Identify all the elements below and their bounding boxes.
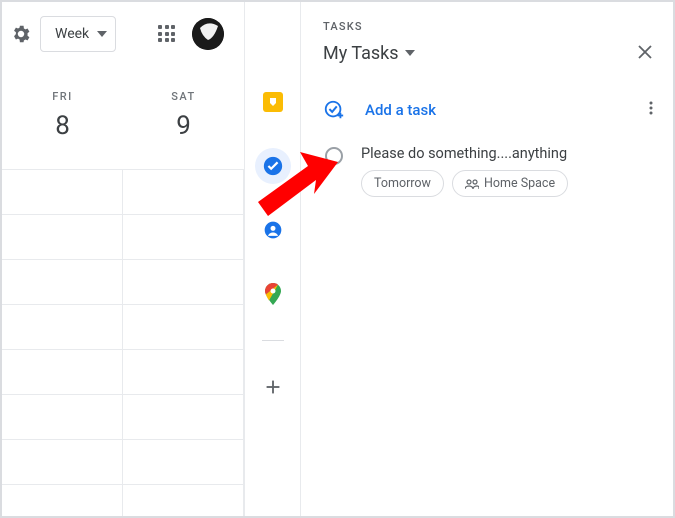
chevron-down-icon <box>97 29 107 39</box>
add-task-button[interactable]: Add a task <box>323 99 436 121</box>
day-number: 8 <box>18 111 108 141</box>
time-grid[interactable] <box>2 169 244 516</box>
close-icon[interactable] <box>631 37 659 69</box>
add-task-icon <box>323 99 345 121</box>
day-number: 9 <box>139 111 229 141</box>
people-icon <box>465 179 479 189</box>
add-addon-icon[interactable] <box>255 369 291 405</box>
tasks-icon[interactable] <box>255 148 291 184</box>
task-item[interactable]: Please do something....anything Tomorrow… <box>325 145 659 197</box>
topbar: Week <box>2 2 244 66</box>
day-column-fri[interactable]: FRI 8 <box>18 90 108 141</box>
day-header: FRI 8 SAT 9 <box>2 66 244 141</box>
keep-icon[interactable] <box>255 84 291 120</box>
maps-icon[interactable] <box>255 276 291 312</box>
view-switcher[interactable]: Week <box>40 16 116 52</box>
task-title: Please do something....anything <box>361 145 568 162</box>
separator <box>262 340 284 341</box>
day-column-sat[interactable]: SAT 9 <box>139 90 229 141</box>
chip-date[interactable]: Tomorrow <box>361 170 444 197</box>
tasks-panel: TASKS My Tasks Add a task Please do some… <box>301 2 673 516</box>
chip-space[interactable]: Home Space <box>452 170 568 197</box>
task-body: Please do something....anything Tomorrow… <box>361 145 568 197</box>
calendar-panel: Week FRI 8 SAT 9 <box>2 2 245 516</box>
apps-icon[interactable] <box>158 25 176 43</box>
view-label: Week <box>55 26 89 42</box>
tasks-section-label: TASKS <box>323 20 659 33</box>
dow-label: SAT <box>139 90 229 103</box>
dow-label: FRI <box>18 90 108 103</box>
more-icon[interactable] <box>643 100 659 120</box>
task-chips: Tomorrow Home Space <box>361 170 568 197</box>
settings-icon[interactable] <box>10 23 32 45</box>
chevron-down-icon <box>405 48 415 58</box>
side-addons-bar <box>245 2 301 516</box>
add-task-label: Add a task <box>365 101 436 119</box>
task-checkbox[interactable] <box>325 147 343 165</box>
account-avatar[interactable] <box>192 18 224 50</box>
contacts-icon[interactable] <box>255 212 291 248</box>
tasks-list-selector[interactable]: My Tasks <box>323 43 415 64</box>
add-task-row: Add a task <box>323 99 659 121</box>
tasks-list-name: My Tasks <box>323 43 399 64</box>
tasks-header: My Tasks <box>323 37 659 69</box>
